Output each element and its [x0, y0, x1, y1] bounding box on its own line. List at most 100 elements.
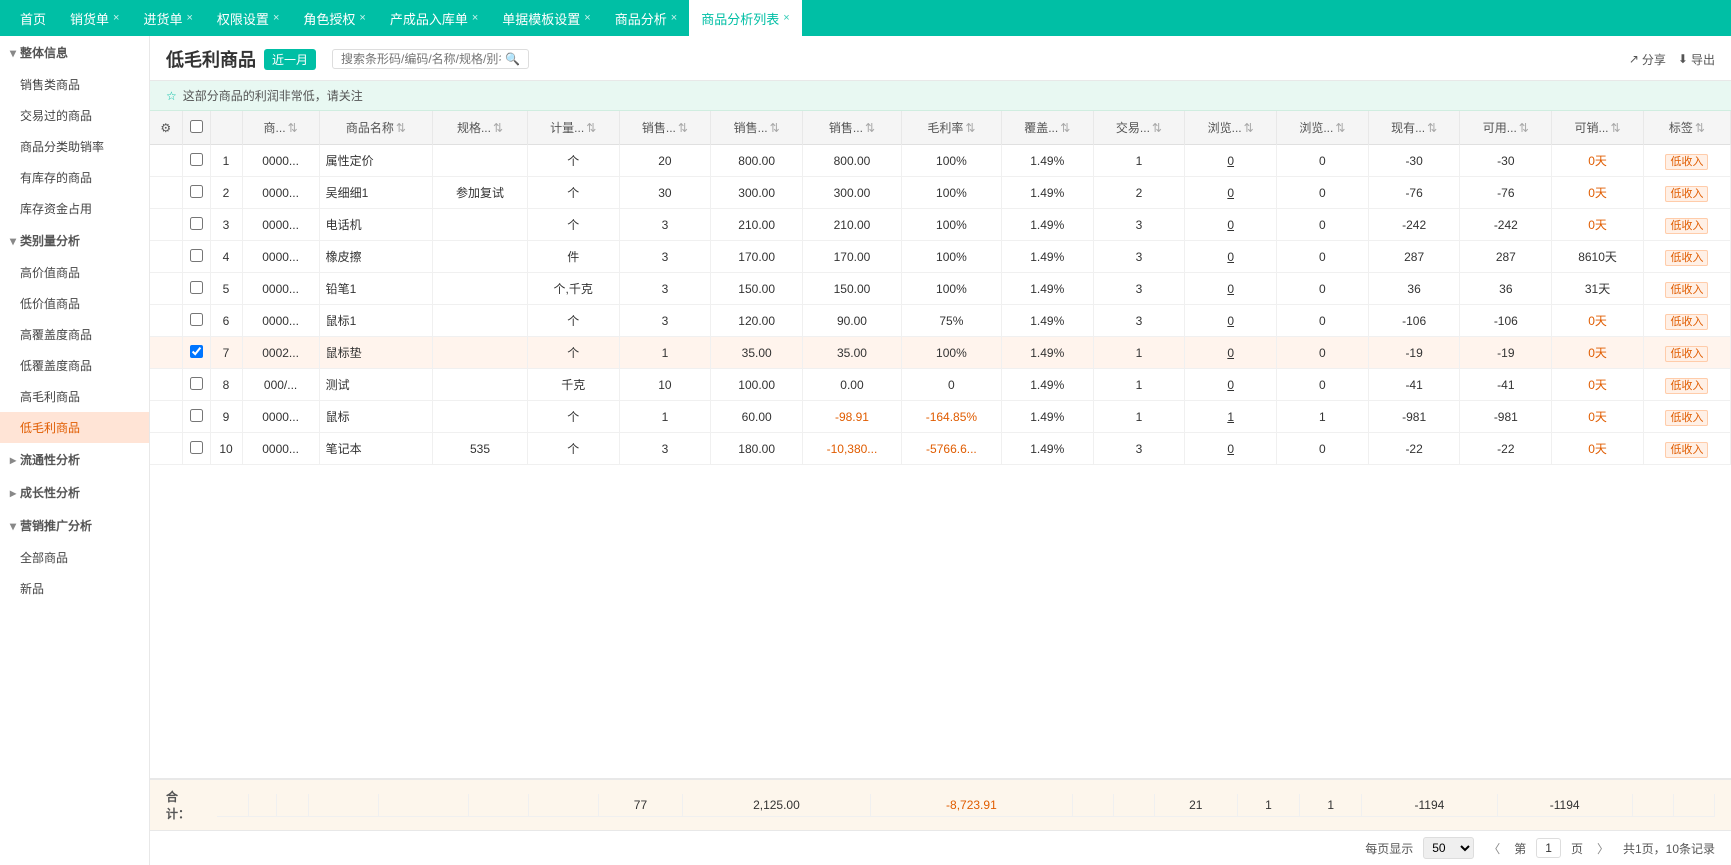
sidebar-item-high-value[interactable]: 高价值商品 [0, 257, 149, 288]
cell-views1[interactable]: 0 [1185, 273, 1277, 305]
cell-name[interactable]: 鼠标垫 [319, 337, 432, 369]
next-page-button[interactable]: 〉 [1593, 838, 1613, 859]
col-views2[interactable]: 浏览...⇅ [1277, 111, 1369, 145]
cell-views1[interactable]: 0 [1185, 177, 1277, 209]
col-unit[interactable]: 计量...⇅ [527, 111, 619, 145]
row-checkbox[interactable] [190, 217, 203, 230]
cell-name[interactable]: 测试 [319, 369, 432, 401]
row-checkbox[interactable] [190, 185, 203, 198]
cell-views1[interactable]: 0 [1185, 433, 1277, 465]
close-icon[interactable]: × [472, 12, 478, 24]
cell-views1[interactable]: 1 [1185, 401, 1277, 433]
row-checkbox[interactable] [190, 153, 203, 166]
col-current-stock[interactable]: 现有...⇅ [1368, 111, 1460, 145]
sidebar-item-high-coverage[interactable]: 高覆盖度商品 [0, 319, 149, 350]
sidebar-group-growth[interactable]: ▸ 成长性分析 [0, 476, 149, 509]
sidebar-item-traded-products[interactable]: 交易过的商品 [0, 100, 149, 131]
cell-name[interactable]: 属性定价 [319, 145, 432, 177]
sidebar-item-category-rate[interactable]: 商品分类助销率 [0, 131, 149, 162]
sidebar-item-stock-products[interactable]: 有库存的商品 [0, 162, 149, 193]
cell-checkbox[interactable] [182, 177, 210, 209]
cell-checkbox[interactable] [182, 401, 210, 433]
nav-home[interactable]: 首页 [8, 0, 58, 36]
col-name[interactable]: 商品名称⇅ [319, 111, 432, 145]
cell-name[interactable]: 电话机 [319, 209, 432, 241]
col-gross-margin[interactable]: 毛利率⇅ [901, 111, 1001, 145]
row-checkbox[interactable] [190, 249, 203, 262]
cell-name[interactable]: 橡皮擦 [319, 241, 432, 273]
close-icon[interactable]: × [186, 12, 192, 24]
cell-views1[interactable]: 0 [1185, 337, 1277, 369]
close-icon[interactable]: × [584, 12, 590, 24]
period-tag[interactable]: 近一月 [264, 49, 316, 70]
search-icon[interactable]: 🔍 [505, 52, 520, 66]
nav-template-settings[interactable]: 单据模板设置 × [490, 0, 602, 36]
row-checkbox[interactable] [190, 441, 203, 454]
cell-name[interactable]: 笔记本 [319, 433, 432, 465]
nav-role-auth[interactable]: 角色授权 × [291, 0, 377, 36]
col-views1[interactable]: 浏览...⇅ [1185, 111, 1277, 145]
close-icon[interactable]: × [359, 12, 365, 24]
cell-checkbox[interactable] [182, 145, 210, 177]
col-available[interactable]: 可用...⇅ [1460, 111, 1552, 145]
close-icon[interactable]: × [113, 12, 119, 24]
cell-name[interactable]: 铅笔1 [319, 273, 432, 305]
col-settings[interactable]: ⚙ [150, 111, 182, 145]
cell-name[interactable]: 吴细细1 [319, 177, 432, 209]
sidebar-group-marketing[interactable]: ▾ 营销推广分析 [0, 509, 149, 542]
cell-checkbox[interactable] [182, 209, 210, 241]
row-checkbox[interactable] [190, 377, 203, 390]
search-input[interactable] [341, 52, 501, 66]
row-checkbox[interactable] [190, 345, 203, 358]
col-saleable[interactable]: 可销...⇅ [1552, 111, 1644, 145]
cell-views1[interactable]: 0 [1185, 241, 1277, 273]
page-size-select[interactable]: 50 10 20 100 [1423, 837, 1474, 859]
sidebar-item-all-products[interactable]: 全部商品 [0, 542, 149, 573]
col-code[interactable]: 商...⇅ [242, 111, 319, 145]
prev-page-button[interactable]: 〈 [1484, 838, 1504, 859]
col-tag[interactable]: 标签⇅ [1643, 111, 1730, 145]
sidebar-item-sales-products[interactable]: 销售类商品 [0, 69, 149, 100]
sidebar-group-overview[interactable]: ▾ 整体信息 [0, 36, 149, 69]
cell-checkbox[interactable] [182, 305, 210, 337]
sidebar-item-new-products[interactable]: 新品 [0, 573, 149, 604]
cell-checkbox[interactable] [182, 433, 210, 465]
sidebar-item-low-margin[interactable]: 低毛利商品 [0, 412, 149, 443]
col-coverage[interactable]: 覆盖...⇅ [1001, 111, 1093, 145]
sidebar-item-low-value[interactable]: 低价值商品 [0, 288, 149, 319]
cell-views1[interactable]: 0 [1185, 209, 1277, 241]
row-checkbox[interactable] [190, 313, 203, 326]
nav-product-analysis-list[interactable]: 商品分析列表 × [689, 0, 801, 36]
cell-name[interactable]: 鼠标 [319, 401, 432, 433]
col-sales-price[interactable]: 销售...⇅ [711, 111, 803, 145]
nav-permissions[interactable]: 权限设置 × [205, 0, 291, 36]
export-button[interactable]: ⬇ 导出 [1678, 51, 1715, 68]
cell-views1[interactable]: 0 [1185, 305, 1277, 337]
sidebar-item-high-margin[interactable]: 高毛利商品 [0, 381, 149, 412]
sidebar-group-category[interactable]: ▾ 类别量分析 [0, 224, 149, 257]
cell-checkbox[interactable] [182, 241, 210, 273]
close-icon[interactable]: × [671, 12, 677, 24]
close-icon[interactable]: × [273, 12, 279, 24]
cell-checkbox[interactable] [182, 337, 210, 369]
col-trade[interactable]: 交易...⇅ [1093, 111, 1185, 145]
row-checkbox[interactable] [190, 281, 203, 294]
col-sales-qty[interactable]: 销售...⇅ [619, 111, 711, 145]
nav-purchase-order[interactable]: 进货单 × [131, 0, 204, 36]
nav-product-inbound[interactable]: 产成品入库单 × [378, 0, 490, 36]
share-button[interactable]: ↗ 分享 [1629, 51, 1666, 68]
sidebar-item-low-coverage[interactable]: 低覆盖度商品 [0, 350, 149, 381]
cell-checkbox[interactable] [182, 369, 210, 401]
close-icon[interactable]: × [783, 12, 789, 24]
sidebar-group-liquidity[interactable]: ▸ 流通性分析 [0, 443, 149, 476]
cell-views1[interactable]: 0 [1185, 369, 1277, 401]
select-all-checkbox[interactable] [190, 120, 203, 133]
cell-views1[interactable]: 0 [1185, 145, 1277, 177]
cell-checkbox[interactable] [182, 273, 210, 305]
col-sales-profit[interactable]: 销售...⇅ [803, 111, 902, 145]
col-spec[interactable]: 规格...⇅ [433, 111, 528, 145]
cell-name[interactable]: 鼠标1 [319, 305, 432, 337]
sidebar-item-capital-usage[interactable]: 库存资金占用 [0, 193, 149, 224]
current-page[interactable]: 1 [1536, 838, 1561, 858]
row-checkbox[interactable] [190, 409, 203, 422]
